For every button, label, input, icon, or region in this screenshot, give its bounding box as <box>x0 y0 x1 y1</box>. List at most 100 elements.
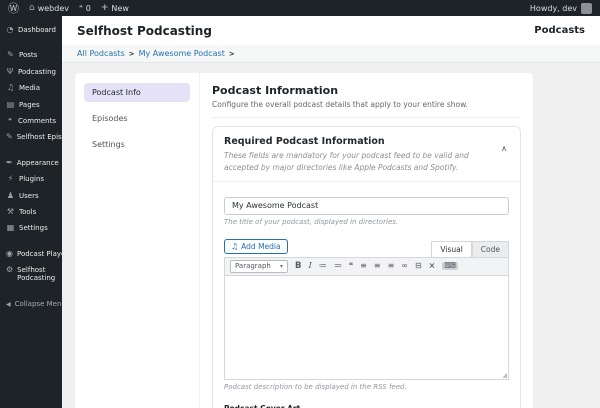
new-menu[interactable]: New <box>101 3 129 13</box>
sidebar-item-comments[interactable]: Comments <box>0 113 62 129</box>
comments-count: 0 <box>85 3 91 13</box>
breadcrumb-separator: > <box>128 49 135 58</box>
sidebar-item-podcast-player[interactable]: Podcast Player <box>0 246 68 262</box>
collapse-icon <box>6 300 11 308</box>
section-title: Podcast Information <box>212 84 339 97</box>
sidebar-item-label: Comments <box>18 116 56 125</box>
paragraph-format-select[interactable]: Paragraph <box>230 259 288 273</box>
howdy-text: Howdy, dev <box>529 3 577 13</box>
sidebar-item-collapse-menu[interactable]: Collapse Menu <box>0 296 66 312</box>
settings-panel: Podcast Info Episodes Settings Podcast I… <box>75 73 533 408</box>
paragraph-label: Paragraph <box>235 262 271 271</box>
card-title: Required Podcast Information <box>224 136 385 147</box>
description-editor-area[interactable] <box>224 275 509 380</box>
sidebar-item-media[interactable]: Media <box>0 80 62 96</box>
breadcrumb-separator: > <box>228 49 235 58</box>
tab-settings[interactable]: Settings <box>84 135 190 154</box>
sidebar-item-label: Settings <box>19 224 48 233</box>
sidebar-item-selfhost-podcasting[interactable]: Selfhost Podcasting <box>0 262 62 287</box>
account-menu[interactable]: Howdy, dev <box>529 2 592 14</box>
title-help-text: The title of your podcast, displayed in … <box>224 217 399 226</box>
sidebar-item-label: Podcasting <box>17 67 56 76</box>
editor-header: Add Media Visual Code <box>224 238 509 257</box>
align-right-icon[interactable] <box>388 262 395 270</box>
sidebar-item-label: Users <box>19 191 39 200</box>
cover-art-label: Podcast Cover Art <box>224 404 509 408</box>
link-icon[interactable] <box>401 262 408 270</box>
add-media-button[interactable]: Add Media <box>224 238 288 254</box>
add-media-label: Add Media <box>241 241 281 251</box>
pin-icon <box>6 51 15 59</box>
page-body: Podcast Info Episodes Settings Podcast I… <box>62 63 600 408</box>
more-tag-icon[interactable] <box>415 262 422 270</box>
sidebar-item-label: Media <box>19 84 41 93</box>
pages-icon <box>6 101 15 109</box>
breadcrumb-my-awesome-podcast[interactable]: My Awesome Podcast <box>139 49 225 58</box>
chevron-down-icon <box>280 262 283 270</box>
comment-icon <box>79 4 83 13</box>
sidebar-item-label: Collapse Menu <box>14 299 66 308</box>
podcast-title-input[interactable] <box>224 196 509 215</box>
pin-icon <box>6 133 13 141</box>
settings-icon <box>6 224 15 232</box>
numbered-list-icon[interactable] <box>334 262 342 270</box>
sidebar-item-posts[interactable]: Posts <box>0 47 62 63</box>
content-area: Selfhost Podcasting Podcasts All Podcast… <box>62 16 600 408</box>
card-description: These fields are mandatory for your podc… <box>224 151 469 172</box>
comments-bubble[interactable]: 0 <box>79 4 91 13</box>
sidebar-item-label: Appearance <box>16 158 59 167</box>
media-icon <box>6 84 15 92</box>
editor-toolbar: Paragraph B I <box>224 256 509 276</box>
card-header: Required Podcast Information These field… <box>213 127 520 181</box>
sidebar-item-appearance[interactable]: Appearance <box>0 155 62 171</box>
sidebar-item-label: Plugins <box>19 175 45 184</box>
new-label: New <box>111 3 129 13</box>
sidebar-item-dashboard[interactable]: Dashboard <box>0 22 62 38</box>
resize-handle[interactable] <box>502 372 507 379</box>
avatar <box>581 2 592 14</box>
sidebar-item-podcasting[interactable]: Podcasting <box>0 64 62 80</box>
home-icon <box>29 4 35 13</box>
tab-column: Podcast Info Episodes Settings <box>75 73 199 408</box>
align-left-icon[interactable] <box>360 262 367 270</box>
brush-icon <box>6 159 13 167</box>
fullscreen-icon[interactable] <box>429 262 436 270</box>
tab-code[interactable]: Code <box>471 240 509 257</box>
microphone-icon <box>6 68 14 76</box>
toolbar-toggle-icon[interactable] <box>442 262 458 271</box>
chevron-up-icon[interactable] <box>501 144 507 153</box>
wordpress-admin-page: webdev 0 New Howdy, dev Dashboard Posts … <box>0 0 600 408</box>
tab-podcast-info[interactable]: Podcast Info <box>84 83 190 102</box>
admin-bar: webdev 0 New Howdy, dev <box>0 0 600 16</box>
bold-icon[interactable]: B <box>295 262 301 271</box>
blockquote-icon[interactable] <box>349 262 353 270</box>
wordpress-logo-icon[interactable] <box>8 0 19 16</box>
comments-icon <box>6 117 14 125</box>
sidebar-item-pages[interactable]: Pages <box>0 97 62 113</box>
sidebar-item-plugins[interactable]: Plugins <box>0 171 62 187</box>
description-help-text: Podcast description to be displayed in t… <box>224 382 407 391</box>
sidebar-item-selfhost-episodes[interactable]: Selfhost Episodes <box>0 129 79 145</box>
tab-episodes[interactable]: Episodes <box>84 109 190 128</box>
tab-visual[interactable]: Visual <box>431 240 472 257</box>
page-header: Selfhost Podcasting Podcasts <box>62 16 600 45</box>
sidebar-item-users[interactable]: Users <box>0 188 62 204</box>
align-center-icon[interactable] <box>374 262 381 270</box>
gear-icon <box>6 266 13 274</box>
breadcrumb-all-podcasts[interactable]: All Podcasts <box>77 49 125 58</box>
sidebar-item-settings[interactable]: Settings <box>0 220 62 236</box>
sidebar-item-tools[interactable]: Tools <box>0 204 62 220</box>
sidebar-item-label: Selfhost Podcasting <box>17 266 56 283</box>
dashboard-icon <box>6 26 14 34</box>
plugin-icon <box>6 175 15 183</box>
divider <box>212 117 521 118</box>
italic-icon[interactable]: I <box>308 262 311 271</box>
card-body: The title of your podcast, displayed in … <box>213 181 520 408</box>
plus-icon <box>101 4 109 13</box>
media-icon <box>231 242 238 251</box>
site-name: webdev <box>37 3 69 13</box>
bulleted-list-icon[interactable] <box>319 262 327 270</box>
sidebar-item-label: Posts <box>19 51 38 60</box>
site-link[interactable]: webdev <box>29 4 69 13</box>
sidebar-item-label: Dashboard <box>18 26 56 34</box>
